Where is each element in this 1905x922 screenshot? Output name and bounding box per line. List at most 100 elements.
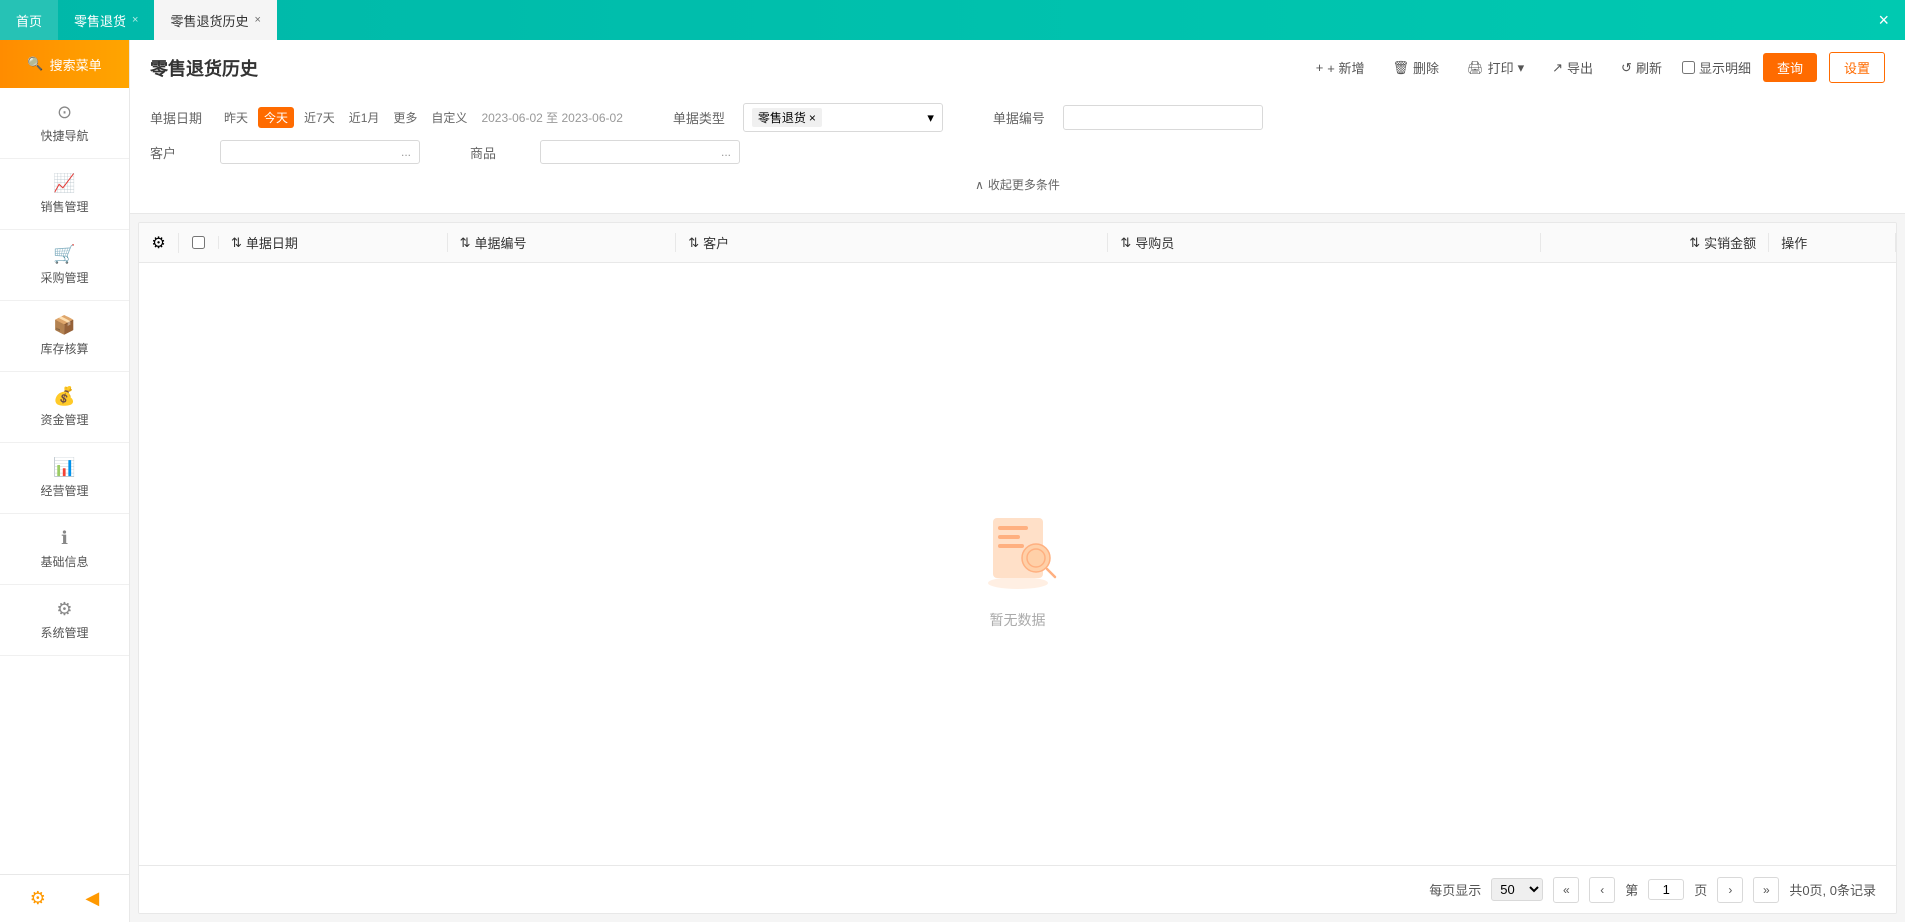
show-detail-label: 显示明细 — [1699, 58, 1751, 77]
goods-filter-select[interactable]: ... — [540, 140, 740, 164]
query-button[interactable]: 查询 — [1763, 53, 1817, 82]
quick-nav-icon: ⊙ — [57, 102, 72, 123]
th-checkbox[interactable] — [179, 236, 219, 249]
number-filter-input[interactable] — [1063, 105, 1263, 130]
filter-area: 单据日期 昨天 今天 近7天 近1月 更多 自定义 2023-06-02 至 2… — [150, 93, 1885, 213]
filter-row-1: 单据日期 昨天 今天 近7天 近1月 更多 自定义 2023-06-02 至 2… — [150, 103, 1885, 132]
th-number-label: 单据编号 — [475, 233, 527, 252]
sales-icon: 📈 — [53, 173, 75, 194]
empty-state: 暂无数据 — [139, 263, 1896, 865]
sidebar-item-purchase-label: 采购管理 — [40, 269, 88, 286]
th-amount: ⇅ 实销金额 — [1541, 233, 1770, 252]
tab-retail-history-label: 零售退货历史 — [170, 11, 248, 30]
toolbar: + + 新增 🗑 删除 🖨 打印 ▾ ↗ 导出 — [1308, 52, 1885, 83]
sidebar-search-label: 搜索菜单 — [50, 55, 102, 74]
date-filter-options: 昨天 今天 近7天 近1月 更多 自定义 — [220, 107, 471, 128]
date-7days-btn[interactable]: 近7天 — [300, 107, 339, 128]
page-number-input[interactable] — [1648, 879, 1684, 900]
basic-info-icon: ℹ — [61, 528, 68, 549]
collapse-sidebar-icon[interactable]: ◀ — [85, 888, 99, 909]
th-ops-label: 操作 — [1781, 233, 1807, 252]
refresh-icon: ↺ — [1621, 60, 1632, 76]
refresh-button[interactable]: ↺ 刷新 — [1613, 54, 1670, 81]
sort-guide-icon[interactable]: ⇅ — [1120, 235, 1131, 251]
print-button[interactable]: 🖨 打印 ▾ — [1459, 54, 1532, 81]
th-settings[interactable]: ⚙ — [139, 233, 179, 253]
type-filter-select[interactable]: 零售退货 × ▾ — [743, 103, 943, 132]
sidebar-item-sales[interactable]: 📈 销售管理 — [0, 159, 129, 230]
sidebar-item-purchase[interactable]: 🛒 采购管理 — [0, 230, 129, 301]
filter-row-2: 客户 ... 商品 ... — [150, 140, 1885, 164]
query-label: 查询 — [1777, 58, 1803, 77]
th-customer-label: 客户 — [703, 233, 729, 252]
export-button[interactable]: ↗ 导出 — [1544, 54, 1601, 81]
sidebar-item-basic-info[interactable]: ℹ 基础信息 — [0, 514, 129, 585]
show-detail-checkbox-input[interactable] — [1682, 61, 1695, 74]
first-page-btn[interactable]: « — [1553, 877, 1579, 903]
sort-amount-icon[interactable]: ⇅ — [1689, 235, 1700, 251]
system-icon: ⚙ — [56, 599, 72, 620]
show-detail-toggle[interactable]: 显示明细 — [1682, 58, 1751, 77]
collapse-label: 收起更多条件 — [988, 176, 1060, 193]
sidebar-item-inventory[interactable]: 📦 库存核算 — [0, 301, 129, 372]
date-1month-btn[interactable]: 近1月 — [345, 107, 384, 128]
prev-page-btn[interactable]: ‹ — [1589, 877, 1615, 903]
sidebar-item-finance[interactable]: 💰 资金管理 — [0, 372, 129, 443]
collapse-filter-btn[interactable]: ∧ 收起更多条件 — [975, 176, 1060, 193]
export-label: 导出 — [1567, 58, 1593, 77]
number-filter-label: 单据编号 — [993, 108, 1053, 127]
tag-close-icon[interactable]: × — [809, 111, 816, 125]
content-area: 零售退货历史 + + 新增 🗑 删除 🖨 打印 ▾ — [130, 40, 1905, 922]
page-header: 零售退货历史 + + 新增 🗑 删除 🖨 打印 ▾ — [130, 40, 1905, 214]
window-close-button[interactable]: × — [1862, 10, 1905, 31]
next-page-btn[interactable]: › — [1717, 877, 1743, 903]
sidebar-bottom: ⚙ ◀ — [0, 874, 129, 922]
print-icon: 🖨 — [1467, 60, 1484, 76]
sort-customer-icon[interactable]: ⇅ — [688, 235, 699, 251]
select-all-checkbox[interactable] — [192, 236, 205, 249]
tab-home[interactable]: 首页 — [0, 0, 58, 40]
tab-retail-return-close[interactable]: × — [132, 14, 138, 26]
sidebar-item-system[interactable]: ⚙ 系统管理 — [0, 585, 129, 656]
sort-number-icon[interactable]: ⇅ — [460, 235, 471, 251]
sidebar-item-operations[interactable]: 📊 经营管理 — [0, 443, 129, 514]
delete-label: 删除 — [1413, 58, 1439, 77]
type-filter-label: 单据类型 — [673, 108, 733, 127]
top-bar: 首页 零售退货 × 零售退货历史 × × — [0, 0, 1905, 40]
settings-gear-icon[interactable]: ⚙ — [30, 888, 46, 909]
page-header-top: 零售退货历史 + + 新增 🗑 删除 🖨 打印 ▾ — [150, 52, 1885, 83]
finance-icon: 💰 — [53, 386, 75, 407]
per-page-label: 每页显示 — [1429, 880, 1481, 899]
add-button[interactable]: + + 新增 — [1308, 54, 1373, 81]
per-page-select[interactable]: 50 10 20 100 — [1491, 878, 1543, 901]
delete-button[interactable]: 🗑 删除 — [1385, 54, 1448, 81]
sidebar-search[interactable]: 🔍 搜索菜单 — [0, 40, 129, 88]
add-icon: + — [1316, 60, 1324, 75]
tab-retail-history-close[interactable]: × — [254, 14, 260, 26]
pagination: 每页显示 50 10 20 100 « ‹ 第 页 › — [139, 865, 1896, 913]
customer-filter-label: 客户 — [150, 143, 210, 162]
date-more-btn[interactable]: 更多 — [389, 107, 421, 128]
sidebar-item-inventory-label: 库存核算 — [40, 340, 88, 357]
th-date-label: 单据日期 — [246, 233, 298, 252]
th-guide-label: 导购员 — [1135, 233, 1174, 252]
export-icon: ↗ — [1552, 60, 1563, 76]
last-page-icon: » — [1763, 883, 1770, 897]
date-today-btn[interactable]: 今天 — [258, 107, 294, 128]
page-unit-label: 页 — [1694, 880, 1707, 899]
settings-button[interactable]: 设置 — [1829, 52, 1885, 83]
sidebar: 🔍 搜索菜单 ⊙ 快捷导航 📈 销售管理 🛒 采购管理 📦 库存核算 💰 — [0, 40, 130, 922]
tab-retail-return[interactable]: 零售退货 × — [58, 0, 154, 40]
th-number: ⇅ 单据编号 — [448, 233, 677, 252]
sort-date-icon[interactable]: ⇅ — [231, 235, 242, 251]
page-label: 第 — [1625, 880, 1638, 899]
customer-filter-select[interactable]: ... — [220, 140, 420, 164]
tab-retail-history[interactable]: 零售退货历史 × — [154, 0, 276, 40]
sidebar-item-basic-info-label: 基础信息 — [40, 553, 88, 570]
inventory-icon: 📦 — [53, 315, 75, 336]
column-settings-icon[interactable]: ⚙ — [151, 233, 165, 253]
date-custom-btn[interactable]: 自定义 — [427, 107, 471, 128]
last-page-btn[interactable]: » — [1753, 877, 1779, 903]
date-yesterday-btn[interactable]: 昨天 — [220, 107, 252, 128]
sidebar-item-quick-nav[interactable]: ⊙ 快捷导航 — [0, 88, 129, 159]
